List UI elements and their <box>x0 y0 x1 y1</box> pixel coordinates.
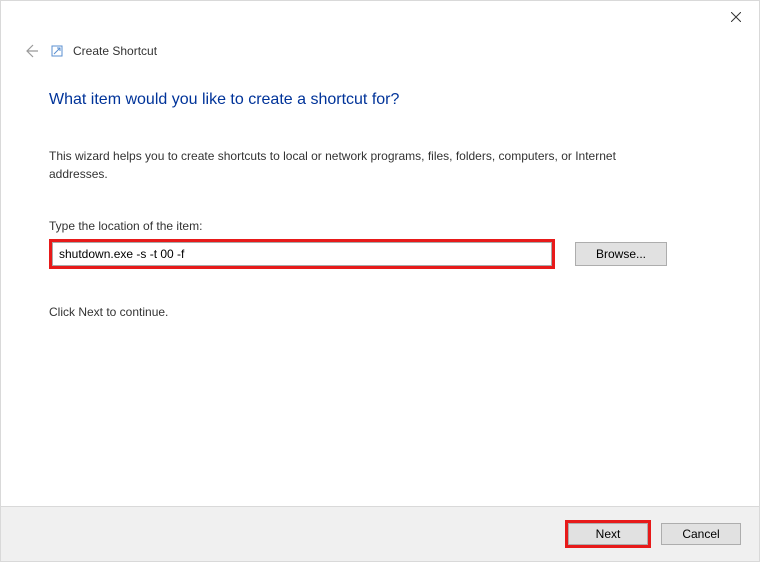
wizard-description: This wizard helps you to create shortcut… <box>49 147 649 183</box>
back-arrow-icon <box>23 43 39 59</box>
next-button[interactable]: Next <box>568 523 648 545</box>
close-icon <box>731 12 741 22</box>
shortcut-icon <box>49 43 65 59</box>
cancel-button[interactable]: Cancel <box>661 523 741 545</box>
location-label: Type the location of the item: <box>49 219 711 233</box>
wizard-heading: What item would you like to create a sho… <box>49 91 711 109</box>
location-input[interactable] <box>52 242 552 266</box>
titlebar <box>1 1 759 33</box>
header-row: Create Shortcut <box>1 33 759 61</box>
input-row: Browse... <box>49 239 711 269</box>
continue-text: Click Next to continue. <box>49 305 711 319</box>
page-title: Create Shortcut <box>73 44 157 58</box>
content: What item would you like to create a sho… <box>1 61 759 319</box>
back-button[interactable] <box>21 41 41 61</box>
next-highlight-annotation: Next <box>565 520 651 548</box>
footer: Next Cancel <box>1 507 759 561</box>
browse-button[interactable]: Browse... <box>575 242 667 266</box>
input-highlight-annotation <box>49 239 555 269</box>
close-button[interactable] <box>713 1 759 33</box>
